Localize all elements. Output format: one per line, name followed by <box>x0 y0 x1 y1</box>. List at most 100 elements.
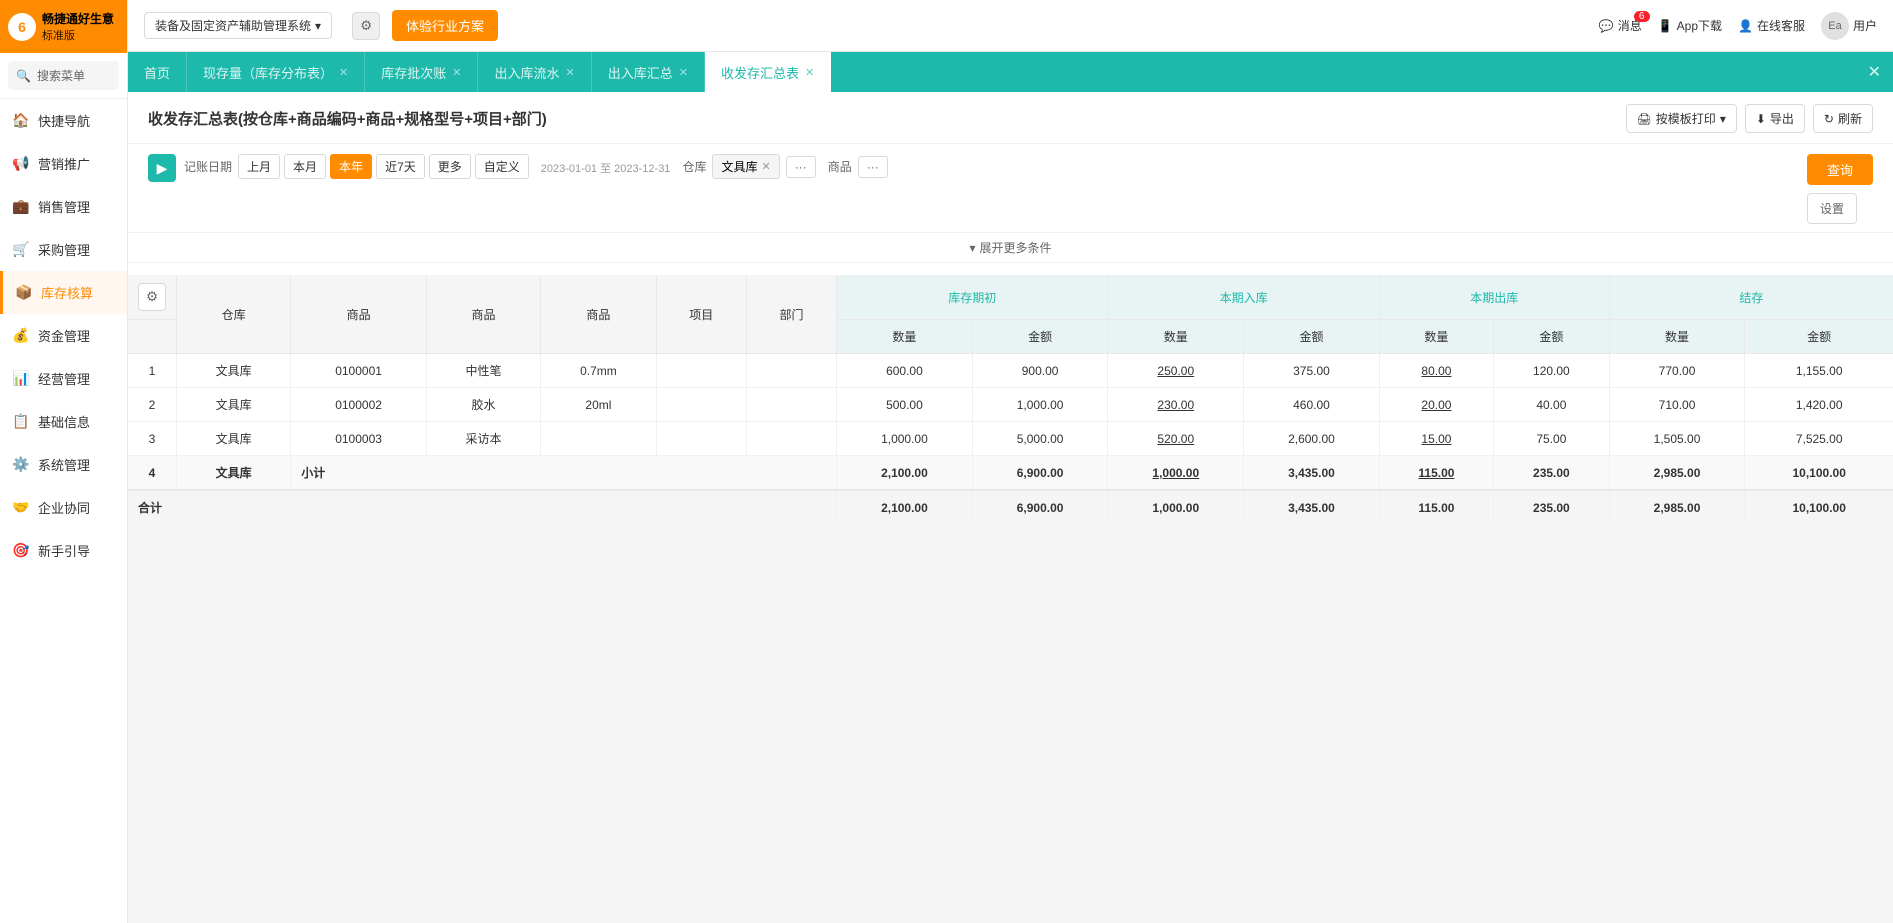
home-icon: 🏠 <box>12 112 30 129</box>
tab-bar-close-all[interactable]: ✕ <box>1856 62 1893 82</box>
expand-more-button[interactable]: ▾ 展开更多条件 <box>969 239 1051 256</box>
date-btn-last-month[interactable]: 上月 <box>238 154 280 179</box>
print-label: 按模板打印 <box>1656 110 1716 127</box>
cell-open-qty: 600.00 <box>837 354 973 388</box>
online-service-action[interactable]: 👤 在线客服 <box>1738 17 1805 34</box>
cell-goods: 胶水 <box>426 388 540 422</box>
sidebar-item-inventory[interactable]: 📦 库存核算 <box>0 271 127 314</box>
search-menu-button[interactable]: 🔍 搜索菜单 <box>8 61 119 90</box>
cell-seq: 2 <box>128 388 177 422</box>
sidebar-item-quick-nav[interactable]: 🏠 快捷导航 <box>0 99 127 142</box>
warehouse-tag-close[interactable]: ✕ <box>761 160 770 173</box>
query-section: 查询 设置 <box>1807 154 1873 224</box>
expand-label: 展开更多条件 <box>980 239 1052 256</box>
online-service-label: 在线客服 <box>1757 17 1805 34</box>
table-row: 3 文具库 0100003 采访本 1,000.00 5,000.00 520.… <box>128 422 1893 456</box>
query-button[interactable]: 查询 <box>1807 154 1873 185</box>
refresh-label: 刷新 <box>1838 110 1862 127</box>
cell-in-qty[interactable]: 230.00 <box>1108 388 1244 422</box>
cell-project <box>656 388 746 422</box>
tab-home-label: 首页 <box>144 63 170 82</box>
tab-receipt-summary[interactable]: 收发存汇总表 ✕ <box>705 52 831 92</box>
warehouse-tag: 文具库 ✕ <box>712 154 779 179</box>
sidebar-item-basic-info[interactable]: 📋 基础信息 <box>0 400 127 443</box>
message-action[interactable]: 💬 消息 6 <box>1599 17 1642 34</box>
cell-out-qty[interactable]: 80.00 <box>1379 354 1493 388</box>
date-btn-this-year[interactable]: 本年 <box>330 154 372 179</box>
tab-batch-account-label: 库存批次账 <box>381 63 446 82</box>
chevron-down-icon-print: ▾ <box>1720 112 1726 126</box>
goods-ellipsis-btn[interactable]: ··· <box>858 156 888 178</box>
th-in-amt: 金额 <box>1244 320 1380 354</box>
filter-main: 记账日期 上月 本月 本年 近7天 更多 自定义 2023-01-01 至 20… <box>184 154 1799 179</box>
sidebar-label-purchase: 采购管理 <box>38 240 90 259</box>
close-tab-receipt-summary[interactable]: ✕ <box>805 66 814 79</box>
warehouse-ellipsis-btn[interactable]: ··· <box>786 156 816 178</box>
sidebar-item-purchase[interactable]: 🛒 采购管理 <box>0 228 127 271</box>
experience-button[interactable]: 体验行业方案 <box>392 10 498 41</box>
sidebar: 6 畅捷通好生意 标准版 🔍 搜索菜单 🏠 快捷导航 📢 营销推广 💼 销售管理… <box>0 0 128 923</box>
date-btn-more[interactable]: 更多 <box>429 154 471 179</box>
table-row: 1 文具库 0100001 中性笔 0.7mm 600.00 900.00 25… <box>128 354 1893 388</box>
sidebar-item-marketing[interactable]: 📢 营销推广 <box>0 142 127 185</box>
page-title: 收发存汇总表(按仓库+商品编码+商品+规格型号+项目+部门) <box>148 108 547 129</box>
cell-open-amt: 5,000.00 <box>972 422 1108 456</box>
sidebar-item-sales[interactable]: 💼 销售管理 <box>0 185 127 228</box>
header-actions: 💬 消息 6 📱 App下载 👤 在线客服 Ea 用户 <box>1599 12 1877 40</box>
cell-out-qty[interactable]: 20.00 <box>1379 388 1493 422</box>
close-tab-inout-flow[interactable]: ✕ <box>566 66 575 79</box>
subtotal-out-amt: 235.00 <box>1494 456 1610 491</box>
tab-home[interactable]: 首页 <box>128 52 187 92</box>
cell-dept <box>746 354 836 388</box>
date-btn-custom[interactable]: 自定义 <box>475 154 529 179</box>
cell-out-amt: 75.00 <box>1494 422 1610 456</box>
app-download-action[interactable]: 📱 App下载 <box>1658 17 1722 34</box>
sidebar-item-system[interactable]: ⚙️ 系统管理 <box>0 443 127 486</box>
warehouse-filter-label: 仓库 <box>682 158 706 175</box>
cell-open-amt: 900.00 <box>972 354 1108 388</box>
tab-inout-summary[interactable]: 出入库汇总 ✕ <box>592 52 705 92</box>
export-button[interactable]: ⬇ 导出 <box>1745 104 1805 133</box>
th-open-amt: 金额 <box>972 320 1108 354</box>
tab-inventory-dist[interactable]: 现存量（库存分布表） ✕ <box>187 52 365 92</box>
cell-warehouse: 文具库 <box>177 354 291 388</box>
sidebar-label-operations: 经营管理 <box>38 369 90 388</box>
table-footer: 合计 2,100.00 6,900.00 1,000.00 3,435.00 1… <box>128 490 1893 524</box>
user-action[interactable]: Ea 用户 <box>1821 12 1877 40</box>
th-seq <box>128 320 177 354</box>
export-label: 导出 <box>1770 110 1794 127</box>
date-btn-last-7[interactable]: 近7天 <box>376 154 425 179</box>
settings-gear-button[interactable]: ⚙ <box>352 12 380 40</box>
tab-receipt-summary-label: 收发存汇总表 <box>721 63 799 82</box>
tab-inout-flow[interactable]: 出入库流水 ✕ <box>478 52 591 92</box>
th-spec: 商品 <box>541 275 657 354</box>
sidebar-item-guide[interactable]: 🎯 新手引导 <box>0 529 127 572</box>
cell-out-amt: 120.00 <box>1494 354 1610 388</box>
system-selector[interactable]: 装备及固定资产辅助管理系统 ▾ <box>144 12 332 39</box>
total-open-amt: 6,900.00 <box>972 490 1108 524</box>
tab-batch-account[interactable]: 库存批次账 ✕ <box>365 52 478 92</box>
warehouse-filter-group: 仓库 文具库 ✕ ··· <box>682 154 815 179</box>
sidebar-item-operations[interactable]: 📊 经营管理 <box>0 357 127 400</box>
sidebar-item-cooperation[interactable]: 🤝 企业协同 <box>0 486 127 529</box>
print-button[interactable]: 🖨 按模板打印 ▾ <box>1626 104 1737 133</box>
refresh-button[interactable]: ↻ 刷新 <box>1813 104 1873 133</box>
cell-out-qty[interactable]: 15.00 <box>1379 422 1493 456</box>
date-btn-this-month[interactable]: 本月 <box>284 154 326 179</box>
cell-project <box>656 354 746 388</box>
sidebar-item-finance[interactable]: 💰 资金管理 <box>0 314 127 357</box>
cell-bal-qty: 710.00 <box>1609 388 1745 422</box>
date-filter-group: 记账日期 上月 本月 本年 近7天 更多 自定义 <box>184 154 529 179</box>
table-settings-icon-button[interactable]: ⚙ <box>138 283 166 311</box>
filter-expand-button[interactable]: ▶ <box>148 154 176 182</box>
column-settings-button[interactable]: 设置 <box>1807 193 1857 224</box>
cell-in-qty[interactable]: 250.00 <box>1108 354 1244 388</box>
close-tab-inventory-dist[interactable]: ✕ <box>339 66 348 79</box>
close-tab-inout-summary[interactable]: ✕ <box>679 66 688 79</box>
phone-icon: 📱 <box>1658 19 1673 33</box>
cell-in-qty[interactable]: 520.00 <box>1108 422 1244 456</box>
close-tab-batch-account[interactable]: ✕ <box>452 66 461 79</box>
cell-bal-amt: 1,420.00 <box>1745 388 1893 422</box>
guide-icon: 🎯 <box>12 542 30 559</box>
th-code: 商品 <box>291 275 427 354</box>
